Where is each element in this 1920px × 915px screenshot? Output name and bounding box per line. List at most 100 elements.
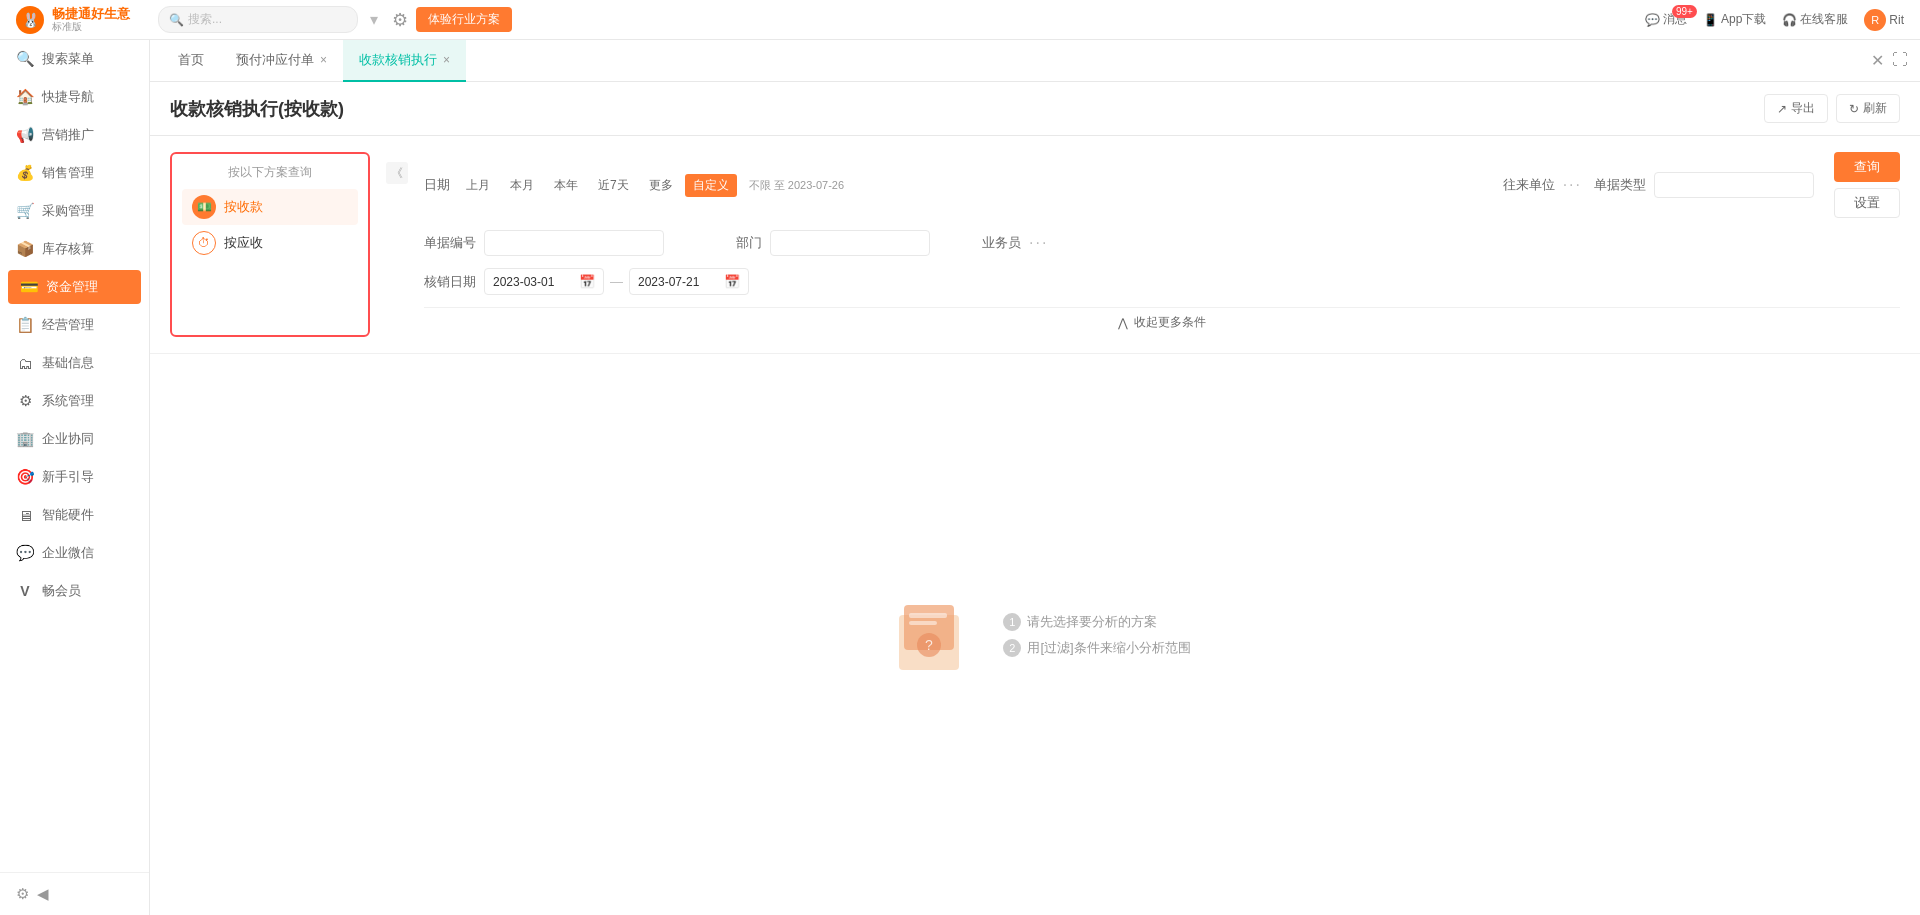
bill-type-label: 单据类型 bbox=[1594, 176, 1646, 194]
sidebar-item-marketing[interactable]: 📢 营销推广 bbox=[0, 116, 149, 154]
receipt-icon: 💵 bbox=[192, 195, 216, 219]
verify-date-label: 核销日期 bbox=[424, 273, 476, 291]
home-icon: 🏠 bbox=[16, 88, 34, 106]
sidebar-item-system[interactable]: ⚙ 系统管理 bbox=[0, 382, 149, 420]
tab-home-label: 首页 bbox=[178, 51, 204, 69]
sidebar-item-label: 畅会员 bbox=[42, 582, 81, 600]
query-button[interactable]: 查询 bbox=[1834, 152, 1900, 182]
search-icon: 🔍 bbox=[169, 13, 184, 27]
verify-date-field: 核销日期 2023-03-01 📅 — 2023-07-21 📅 bbox=[424, 268, 749, 295]
sidebar-item-label: 智能硬件 bbox=[42, 506, 94, 524]
filter-option-by-receipt[interactable]: 💵 按收款 bbox=[182, 189, 358, 225]
filter-collapse-button[interactable]: 《 bbox=[386, 162, 408, 184]
message-badge: 99+ bbox=[1672, 5, 1697, 18]
page-title: 收款核销执行(按收款) bbox=[170, 97, 344, 121]
verify-date-end-value: 2023-07-21 bbox=[638, 275, 699, 289]
user-name: Rit bbox=[1889, 13, 1904, 27]
sidebar-item-sales[interactable]: 💰 销售管理 bbox=[0, 154, 149, 192]
date-label: 日期 bbox=[424, 176, 450, 194]
dept-select[interactable] bbox=[770, 230, 930, 256]
date-tab-thisyear[interactable]: 本年 bbox=[546, 174, 586, 197]
bill-no-input[interactable] bbox=[484, 230, 664, 256]
filter-row-2: 单据编号 部门 业务员 ··· bbox=[424, 230, 1900, 256]
filter-row-3: 核销日期 2023-03-01 📅 — 2023-07-21 📅 bbox=[424, 268, 1900, 295]
sidebar-item-label: 新手引导 bbox=[42, 468, 94, 486]
app-download-button[interactable]: 📱 App下载 bbox=[1703, 11, 1766, 28]
counterpart-dots[interactable]: ··· bbox=[1563, 176, 1582, 194]
date-tab-7days[interactable]: 近7天 bbox=[590, 174, 637, 197]
user-profile[interactable]: R Rit bbox=[1864, 9, 1904, 31]
top-search-bar[interactable]: 🔍 搜索... bbox=[158, 6, 358, 33]
message-button[interactable]: 💬 消息 99+ bbox=[1645, 11, 1687, 28]
sidebar-item-label: 库存核算 bbox=[42, 240, 94, 258]
headset-icon: 🎧 bbox=[1782, 13, 1797, 27]
filter-option-by-receivable[interactable]: ⏱ 按应收 bbox=[182, 225, 358, 261]
salesman-dots[interactable]: ··· bbox=[1029, 234, 1048, 252]
folder-icon: 🗂 bbox=[16, 355, 34, 372]
building-icon: 🏢 bbox=[16, 430, 34, 448]
sidebar-item-hardware[interactable]: 🖥 智能硬件 bbox=[0, 496, 149, 534]
empty-tip-1: 1 请先选择要分析的方案 bbox=[1003, 613, 1190, 631]
content-area: 首页 预付冲应付单 × 收款核销执行 × ✕ ⛶ 收款核销执行(按收款) ↗ bbox=[150, 40, 1920, 915]
message-icon: 💬 bbox=[1645, 13, 1660, 27]
empty-state: ? 1 请先选择要分析的方案 2 用[过滤]条件来缩小分析范围 bbox=[150, 354, 1920, 915]
empty-illustration: ? bbox=[879, 585, 979, 685]
settings-icon[interactable]: ⚙ bbox=[392, 9, 408, 31]
settings-button[interactable]: 设置 bbox=[1834, 188, 1900, 218]
sidebar-item-quicknav[interactable]: 🏠 快捷导航 bbox=[0, 78, 149, 116]
bill-type-field: 单据类型 bbox=[1594, 172, 1814, 198]
bill-type-select[interactable] bbox=[1654, 172, 1814, 198]
verify-date-start-input[interactable]: 2023-03-01 📅 bbox=[484, 268, 604, 295]
date-tab-lastmonth[interactable]: 上月 bbox=[458, 174, 498, 197]
sidebar-item-inventory[interactable]: 📦 库存核算 bbox=[0, 230, 149, 268]
sidebar-item-member[interactable]: V 畅会员 bbox=[0, 572, 149, 610]
calendar-start-icon: 📅 bbox=[579, 274, 595, 289]
tab-prepay[interactable]: 预付冲应付单 × bbox=[220, 40, 343, 82]
tab-bar: 首页 预付冲应付单 × 收款核销执行 × ✕ ⛶ bbox=[150, 40, 1920, 82]
sidebar-item-finance[interactable]: 💳 资金管理 bbox=[8, 270, 141, 304]
sidebar-item-search[interactable]: 🔍 搜索菜单 bbox=[0, 40, 149, 78]
filter-row-1: 日期 上月 本月 本年 近7天 更多 自定义 不限 至 2023-07-26 bbox=[424, 152, 1900, 218]
tab-home[interactable]: 首页 bbox=[162, 40, 220, 82]
collapse-more-icon: ⋀ bbox=[1118, 316, 1128, 330]
date-tab-thismonth[interactable]: 本月 bbox=[502, 174, 542, 197]
card-icon: 💳 bbox=[20, 278, 38, 296]
verify-date-end-input[interactable]: 2023-07-21 📅 bbox=[629, 268, 749, 295]
search-placeholder: 搜索... bbox=[188, 11, 222, 28]
refresh-button[interactable]: ↻ 刷新 bbox=[1836, 94, 1900, 123]
sidebar-item-enterprise[interactable]: 🏢 企业协同 bbox=[0, 420, 149, 458]
salesman-label: 业务员 bbox=[982, 234, 1021, 252]
date-tab-more[interactable]: 更多 bbox=[641, 174, 681, 197]
brand-logo: 🐰 bbox=[16, 6, 44, 34]
tab-verify[interactable]: 收款核销执行 × bbox=[343, 40, 466, 82]
export-button[interactable]: ↗ 导出 bbox=[1764, 94, 1828, 123]
empty-tip-2-text: 用[过滤]条件来缩小分析范围 bbox=[1027, 639, 1190, 657]
collapse-more-button[interactable]: ⋀ 收起更多条件 bbox=[424, 307, 1900, 337]
sidebar-item-label: 销售管理 bbox=[42, 164, 94, 182]
sidebar-item-operations[interactable]: 📋 经营管理 bbox=[0, 306, 149, 344]
sidebar-item-wechat[interactable]: 💬 企业微信 bbox=[0, 534, 149, 572]
industry-solution-button[interactable]: 体验行业方案 bbox=[416, 7, 512, 32]
filter-scheme-title: 按以下方案查询 bbox=[182, 164, 358, 181]
tab-prepay-close[interactable]: × bbox=[320, 53, 327, 67]
sidebar-item-guide[interactable]: 🎯 新手引导 bbox=[0, 458, 149, 496]
dept-field: 部门 bbox=[736, 230, 930, 256]
sidebar-settings-icon[interactable]: ⚙ bbox=[16, 885, 29, 903]
refresh-icon: ↻ bbox=[1849, 102, 1859, 116]
date-tab-custom[interactable]: 自定义 bbox=[685, 174, 737, 197]
sidebar-item-basic-info[interactable]: 🗂 基础信息 bbox=[0, 344, 149, 382]
bill-no-label: 单据编号 bbox=[424, 234, 476, 252]
tab-expand-icon[interactable]: ⛶ bbox=[1892, 51, 1908, 70]
megaphone-icon: 📢 bbox=[16, 126, 34, 144]
tab-verify-close[interactable]: × bbox=[443, 53, 450, 67]
sidebar-collapse-icon[interactable]: ◀ bbox=[37, 885, 49, 903]
tip-num-1: 1 bbox=[1003, 613, 1021, 631]
tab-close-all-icon[interactable]: ✕ bbox=[1871, 51, 1884, 70]
dropdown-icon[interactable]: ▾ bbox=[370, 10, 378, 29]
filter-option-receivable-label: 按应收 bbox=[224, 234, 263, 252]
page-header: 收款核销执行(按收款) ↗ 导出 ↻ 刷新 bbox=[150, 82, 1920, 136]
online-service-button[interactable]: 🎧 在线客服 bbox=[1782, 11, 1848, 28]
mobile-icon: 📱 bbox=[1703, 13, 1718, 27]
sidebar-item-purchase[interactable]: 🛒 采购管理 bbox=[0, 192, 149, 230]
sidebar-item-label: 快捷导航 bbox=[42, 88, 94, 106]
